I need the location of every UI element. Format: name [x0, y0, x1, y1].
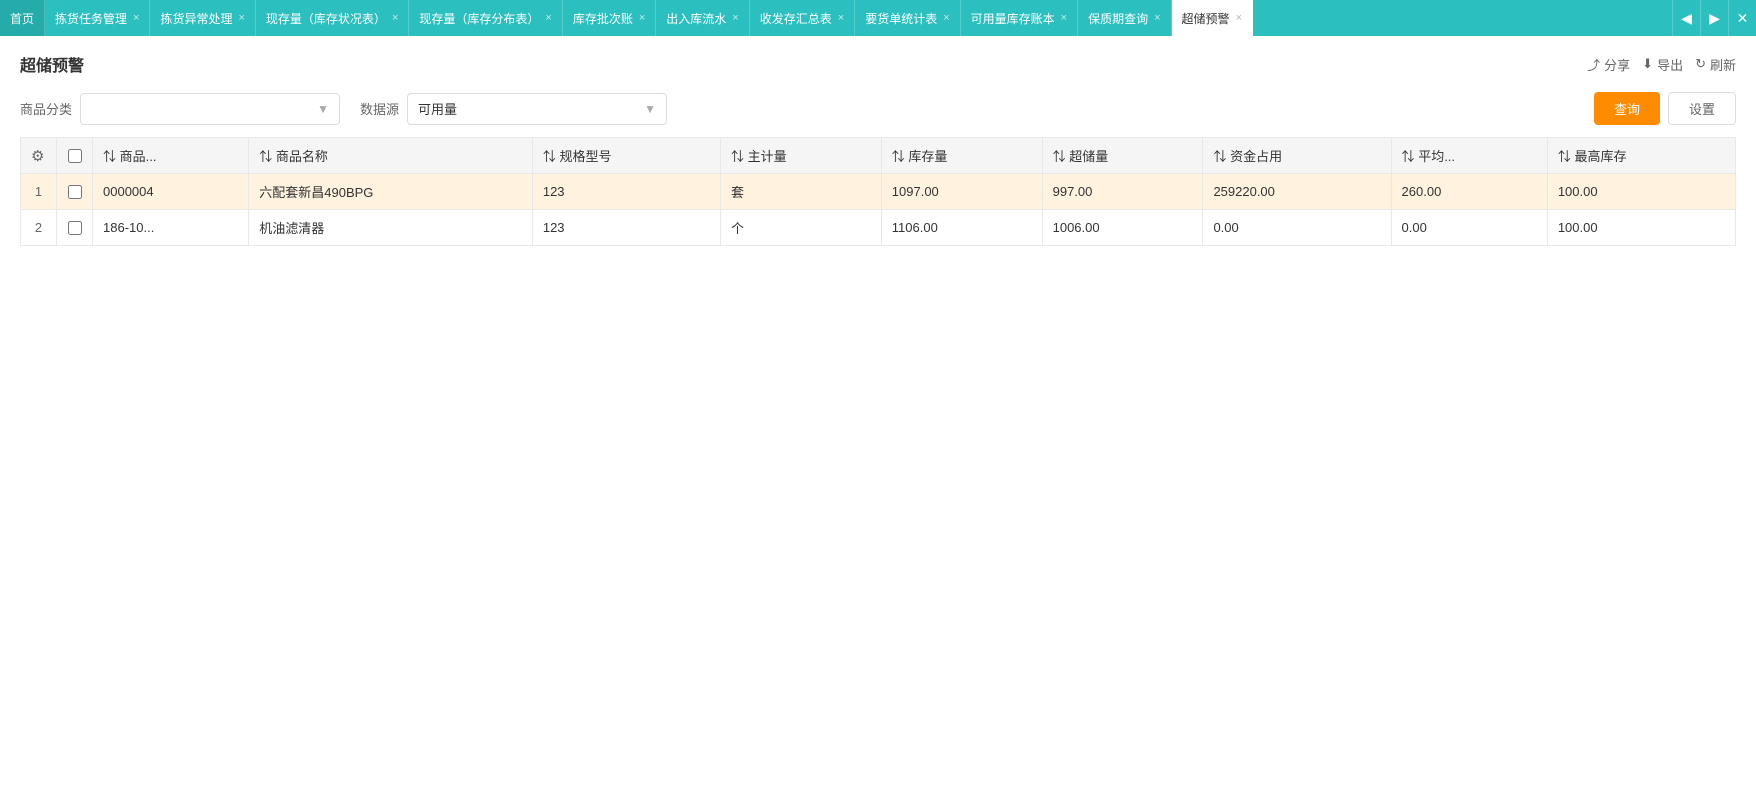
gear-icon[interactable]: ⚙: [31, 148, 44, 165]
refresh-button[interactable]: ↻ 刷新: [1695, 55, 1736, 74]
nav-arrow-left[interactable]: ◀: [1672, 0, 1700, 36]
row-checkbox[interactable]: [68, 185, 82, 199]
table-row: 1 0000004六配套新昌490BPG123套1097.00997.002592…: [21, 174, 1736, 210]
chevron-down-icon: ▼: [317, 102, 329, 116]
cell-name: 机油滤清器: [249, 210, 533, 246]
row-checkbox[interactable]: [68, 221, 82, 235]
cell-spec: 123: [532, 210, 720, 246]
category-label: 商品分类: [20, 99, 72, 118]
page-content: 超储预警 ⤴ 分享 ⬇ 导出 ↻ 刷新 商品分类 ▼ 数据源: [0, 36, 1756, 262]
nav-stock-status[interactable]: 现存量（库存状况表） ×: [256, 0, 409, 36]
close-icon[interactable]: ×: [392, 12, 398, 24]
close-icon[interactable]: ×: [1236, 12, 1242, 24]
cell-unit: 个: [720, 210, 881, 246]
nav-scroll-arrows: ◀ ▶ ✕: [1672, 0, 1756, 36]
th-code: ⇅ 商品...: [93, 138, 249, 174]
page-title: 超储预警: [20, 52, 84, 76]
category-select[interactable]: ▼: [80, 93, 340, 125]
cell-name: 六配套新昌490BPG: [249, 174, 533, 210]
refresh-icon: ↻: [1695, 56, 1706, 72]
th-stock: ⇅ 库存量: [881, 138, 1042, 174]
nav-task-mgmt[interactable]: 拣货任务管理 ×: [45, 0, 150, 36]
cell-unit: 套: [720, 174, 881, 210]
nav-available-book[interactable]: 可用量库存账本 ×: [961, 0, 1078, 36]
table-header-row: ⚙ ⇅ 商品... ⇅ 商品名称 ⇅ 规格型号: [21, 138, 1736, 174]
page-header: 超储预警 ⤴ 分享 ⬇ 导出 ↻ 刷新: [20, 52, 1736, 76]
cell-code: 0000004: [93, 174, 249, 210]
nav-exception[interactable]: 拣货异常处理 ×: [150, 0, 255, 36]
table-body: 1 0000004六配套新昌490BPG123套1097.00997.002592…: [21, 174, 1736, 246]
data-table: ⚙ ⇅ 商品... ⇅ 商品名称 ⇅ 规格型号: [20, 137, 1736, 246]
cell-capital: 259220.00: [1203, 174, 1391, 210]
cell-over: 1006.00: [1042, 210, 1203, 246]
datasource-filter: 数据源 可用量 ▼: [360, 93, 667, 125]
th-avg: ⇅ 平均...: [1391, 138, 1547, 174]
th-over: ⇅ 超储量: [1042, 138, 1203, 174]
close-icon[interactable]: ×: [238, 12, 244, 24]
cell-avg: 260.00: [1391, 174, 1547, 210]
cell-code: 186-10...: [93, 210, 249, 246]
cell-stock: 1097.00: [881, 174, 1042, 210]
nav-inout-flow[interactable]: 出入库流水 ×: [656, 0, 749, 36]
datasource-select[interactable]: 可用量 ▼: [407, 93, 667, 125]
cell-index: 1: [21, 174, 57, 210]
nav-expiry-query[interactable]: 保质期查询 ×: [1078, 0, 1171, 36]
query-button[interactable]: 查询: [1594, 92, 1660, 125]
close-icon[interactable]: ×: [943, 12, 949, 24]
table-row: 2186-10...机油滤清器123个1106.001006.000.000.0…: [21, 210, 1736, 246]
cell-over: 997.00: [1042, 174, 1203, 210]
cell-stock: 1106.00: [881, 210, 1042, 246]
category-filter: 商品分类 ▼: [20, 93, 340, 125]
close-icon[interactable]: ×: [133, 12, 139, 24]
cell-capital: 0.00: [1203, 210, 1391, 246]
close-icon[interactable]: ×: [1061, 12, 1067, 24]
top-navigation: 首页 拣货任务管理 × 拣货异常处理 × 现存量（库存状况表） × 现存量（库存…: [0, 0, 1756, 36]
cell-index: 2: [21, 210, 57, 246]
nav-home[interactable]: 首页: [0, 0, 45, 36]
close-icon[interactable]: ×: [1154, 12, 1160, 24]
th-unit: ⇅ 主计量: [720, 138, 881, 174]
select-all-checkbox[interactable]: [68, 149, 82, 163]
cell-max: 100.00: [1547, 174, 1735, 210]
datasource-select-value: 可用量: [418, 99, 457, 118]
close-icon[interactable]: ×: [732, 12, 738, 24]
chevron-down-icon: ▼: [644, 102, 656, 116]
header-actions: ⤴ 分享 ⬇ 导出 ↻ 刷新: [1587, 55, 1736, 74]
share-button[interactable]: ⤴ 分享: [1587, 55, 1630, 74]
th-checkbox: [57, 138, 93, 174]
th-capital: ⇅ 资金占用: [1203, 138, 1391, 174]
cell-spec: 123: [532, 174, 720, 210]
th-name: ⇅ 商品名称: [249, 138, 533, 174]
nav-arrow-right[interactable]: ▶: [1700, 0, 1728, 36]
cell-checkbox: [57, 210, 93, 246]
nav-demand-stats[interactable]: 要货单统计表 ×: [855, 0, 960, 36]
nav-batch-account[interactable]: 库存批次账 ×: [563, 0, 656, 36]
nav-arrow-close[interactable]: ✕: [1728, 0, 1756, 36]
cell-avg: 0.00: [1391, 210, 1547, 246]
nav-summary[interactable]: 收发存汇总表 ×: [750, 0, 855, 36]
close-icon[interactable]: ×: [639, 12, 645, 24]
nav-stock-dist[interactable]: 现存量（库存分布表） ×: [409, 0, 562, 36]
th-max: ⇅ 最高库存: [1547, 138, 1735, 174]
th-spec: ⇅ 规格型号: [532, 138, 720, 174]
cell-max: 100.00: [1547, 210, 1735, 246]
datasource-label: 数据源: [360, 99, 399, 118]
nav-overstock-warning[interactable]: 超储预警 ×: [1172, 0, 1253, 36]
th-settings: ⚙: [21, 138, 57, 174]
export-button[interactable]: ⬇ 导出: [1642, 55, 1683, 74]
filter-actions: 查询 设置: [1594, 92, 1736, 125]
settings-button[interactable]: 设置: [1668, 92, 1736, 125]
export-icon: ⬇: [1642, 56, 1653, 72]
share-icon: ⤴: [1587, 55, 1600, 74]
filter-row: 商品分类 ▼ 数据源 可用量 ▼ 查询 设置: [20, 92, 1736, 125]
close-icon[interactable]: ×: [838, 12, 844, 24]
cell-checkbox: [57, 174, 93, 210]
close-icon[interactable]: ×: [545, 12, 551, 24]
